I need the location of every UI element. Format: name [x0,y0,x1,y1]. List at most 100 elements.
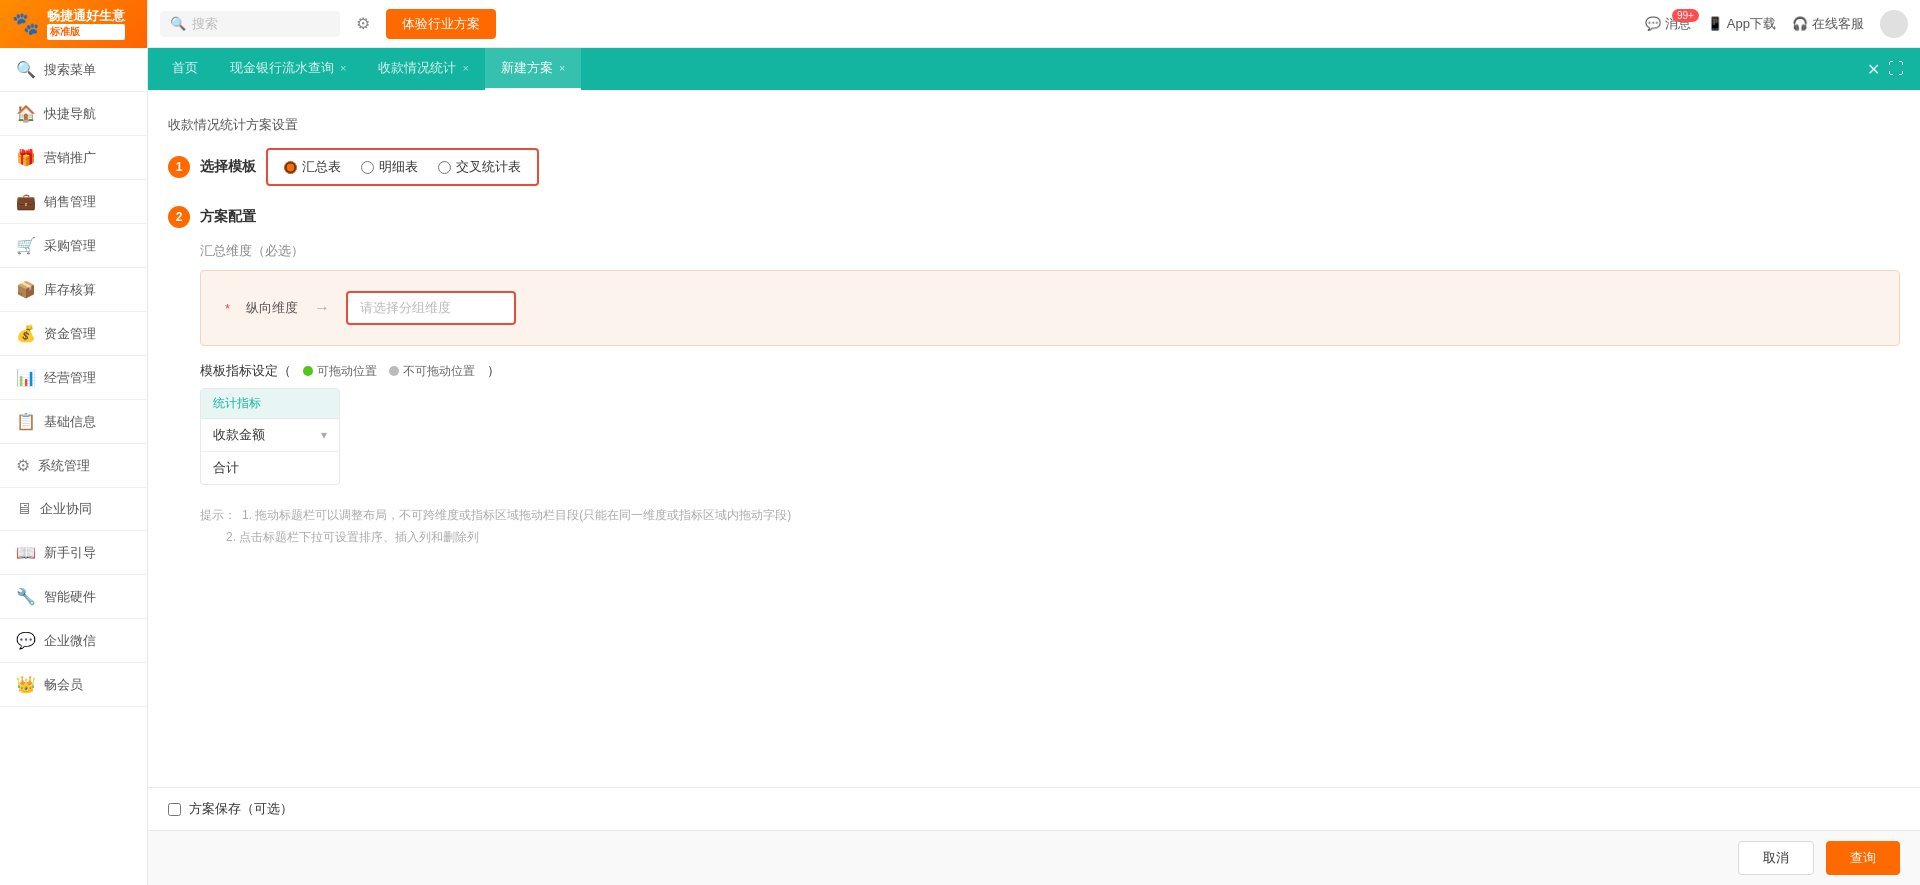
step1-title: 选择模板 [200,158,256,176]
industry-btn[interactable]: 体验行业方案 [386,9,496,39]
sidebar-item-search[interactable]: 🔍搜索菜单 [0,48,147,92]
sidebar-item-label: 基础信息 [44,413,96,431]
tab-home[interactable]: 首页 [156,48,214,90]
sidebar-logo: 🐾 畅捷通好生意 标准版 [0,0,147,48]
sidebar-item-label: 企业协同 [40,500,92,518]
sidebar-management-icon: 📊 [16,368,36,387]
tab-receipt-stats-close[interactable]: × [462,62,468,74]
sidebar-item-label: 经营管理 [44,369,96,387]
user-avatar[interactable] [1880,10,1908,38]
notification-btn[interactable]: 💬 消息 99+ [1645,15,1691,33]
notification-badge: 99+ [1672,9,1699,22]
sidebar-item-label: 企业微信 [44,632,96,650]
tabbar-right-actions: ✕ ⛶ [1867,48,1912,90]
metrics-section: 模板指标设定（ 可拖动位置 不可拖动位置 ） [200,362,1900,485]
sidebar-item-label: 采购管理 [44,237,96,255]
sidebar-item-member[interactable]: 👑 畅会员 [0,663,147,707]
logo-icon: 🐾 [12,11,39,37]
step2-header: 2 方案配置 [168,206,1900,228]
vertical-dimension-row: * 纵向维度 → 请选择分组维度 [225,291,1875,325]
sidebar-item-label: 搜索菜单 [44,61,96,79]
sidebar-sales-icon: 💼 [16,192,36,211]
cancel-button[interactable]: 取消 [1738,841,1814,875]
sidebar-wechat-icon: 💬 [16,631,36,650]
online-service-btn[interactable]: 🎧 在线客服 [1792,15,1864,33]
sidebar-item-label: 智能硬件 [44,588,96,606]
step2-title: 方案配置 [200,208,256,226]
template-detail-radio[interactable] [361,161,374,174]
sidebar-item-sales[interactable]: 💼 销售管理 [0,180,147,224]
sidebar-logo-badge: 标准版 [47,24,125,40]
app-download-btn[interactable]: 📱 App下载 [1707,15,1776,33]
page-breadcrumb: 收款情况统计方案设置 [168,106,1900,148]
service-icon: 🎧 [1792,16,1808,31]
template-select-box: 汇总表 明细表 交叉统计表 [266,148,539,186]
tab-bank-flow[interactable]: 现金银行流水查询 × [214,48,362,90]
content-area: 收款情况统计方案设置 1 选择模板 汇总表 明细表 [148,90,1920,885]
metrics-label: 模板指标设定（ 可拖动位置 不可拖动位置 ） [200,362,1900,380]
search-box[interactable]: 🔍 搜索 [160,11,340,37]
template-summary-radio[interactable] [284,161,297,174]
sidebar-item-basic[interactable]: 📋 基础信息 [0,400,147,444]
template-detail-label: 明细表 [379,158,418,176]
sidebar-item-marketing[interactable]: 🎁营销推广 [0,136,147,180]
sidebar-item-management[interactable]: 📊 经营管理 [0,356,147,400]
template-cross-option[interactable]: 交叉统计表 [438,158,521,176]
sidebar-member-icon: 👑 [16,675,36,694]
template-detail-option[interactable]: 明细表 [361,158,418,176]
tabbar: 首页 现金银行流水查询 × 收款情况统计 × 新建方案 × ✕ ⛶ [148,48,1920,90]
tab-new-plan-close[interactable]: × [559,62,565,74]
movable-tag: 可拖动位置 [303,363,377,380]
sidebar-item-label: 系统管理 [38,457,90,475]
tab-bank-flow-close[interactable]: × [340,62,346,74]
sidebar-menu: 🔍搜索菜单🏠快捷导航🎁营销推广 💼 销售管理 🛒 采购管理 📦库存核算💰资金管理 📊 经营管理… [0,48,147,885]
template-summary-option[interactable]: 汇总表 [284,158,341,176]
step1-section: 1 选择模板 汇总表 明细表 交叉统计表 [168,148,1900,186]
sidebar-item-inventory[interactable]: 📦库存核算 [0,268,147,312]
settings-icon[interactable]: ⚙ [356,14,370,33]
tip-line-1: 提示： 1. 拖动标题栏可以调整布局，不可跨维度或指标区域拖动栏目段(只能在同一… [200,505,1900,527]
tab-receipt-stats[interactable]: 收款情况统计 × [362,48,484,90]
sidebar-enterprise-icon: 🖥 [16,500,32,518]
tab-maximize-btn[interactable]: ⛶ [1888,60,1904,78]
sidebar-hardware-icon: 🔧 [16,587,36,606]
search-icon: 🔍 [170,16,186,31]
save-label[interactable]: 方案保存（可选） [189,800,293,818]
sidebar-newbie-icon: 📖 [16,543,36,562]
sidebar-item-wechat[interactable]: 💬 企业微信 [0,619,147,663]
sidebar-item-purchase[interactable]: 🛒 采购管理 [0,224,147,268]
dimension-config-label: 汇总维度（必选） [200,242,1900,260]
sidebar-item-hardware[interactable]: 🔧 智能硬件 [0,575,147,619]
template-cross-radio[interactable] [438,161,451,174]
sidebar-purchase-icon: 🛒 [16,236,36,255]
sidebar-item-label: 畅会员 [44,676,83,694]
sidebar-basic-icon: 📋 [16,412,36,431]
tab-close-all-btn[interactable]: ✕ [1867,60,1880,79]
metric-amount-label: 收款金额 [213,426,265,444]
vertical-dimension-label: 纵向维度 [246,299,298,317]
metric-amount-chevron[interactable]: ▾ [321,428,327,442]
dimension-selector[interactable]: 请选择分组维度 [346,291,516,325]
sidebar-item-enterprise[interactable]: 🖥 企业协同 [0,488,147,531]
topbar: 🔍 搜索 ⚙ 体验行业方案 💬 消息 99+ 📱 App下载 🎧 在线客服 [148,0,1920,48]
save-checkbox[interactable] [168,803,181,816]
sidebar-item-newbie[interactable]: 📖新手引导 [0,531,147,575]
tab-new-plan[interactable]: 新建方案 × [485,48,581,90]
sidebar-item-label: 销售管理 [44,193,96,211]
sidebar-item-quick-nav[interactable]: 🏠快捷导航 [0,92,147,136]
dimension-area: * 纵向维度 → 请选择分组维度 [200,270,1900,346]
page-body: 收款情况统计方案设置 1 选择模板 汇总表 明细表 [148,90,1920,787]
tab-receipt-stats-label: 收款情况统计 [378,59,456,77]
sidebar-finance-icon: 💰 [16,324,36,343]
step1-badge: 1 [168,156,190,178]
sidebar: 🐾 畅捷通好生意 标准版 🔍搜索菜单🏠快捷导航🎁营销推广 💼 销售管理 🛒 采购管理 📦库… [0,0,148,885]
sidebar-item-finance[interactable]: 💰资金管理 [0,312,147,356]
topbar-right: 💬 消息 99+ 📱 App下载 🎧 在线客服 [1645,10,1908,38]
metric-total-label: 合计 [213,459,239,477]
unmovable-tag: 不可拖动位置 [389,363,475,380]
footer-bar: 取消 查询 [148,830,1920,885]
sidebar-item-system[interactable]: ⚙系统管理 [0,444,147,488]
sidebar-quick-nav-icon: 🏠 [16,104,36,123]
message-icon: 💬 [1645,16,1661,31]
query-button[interactable]: 查询 [1826,841,1900,875]
